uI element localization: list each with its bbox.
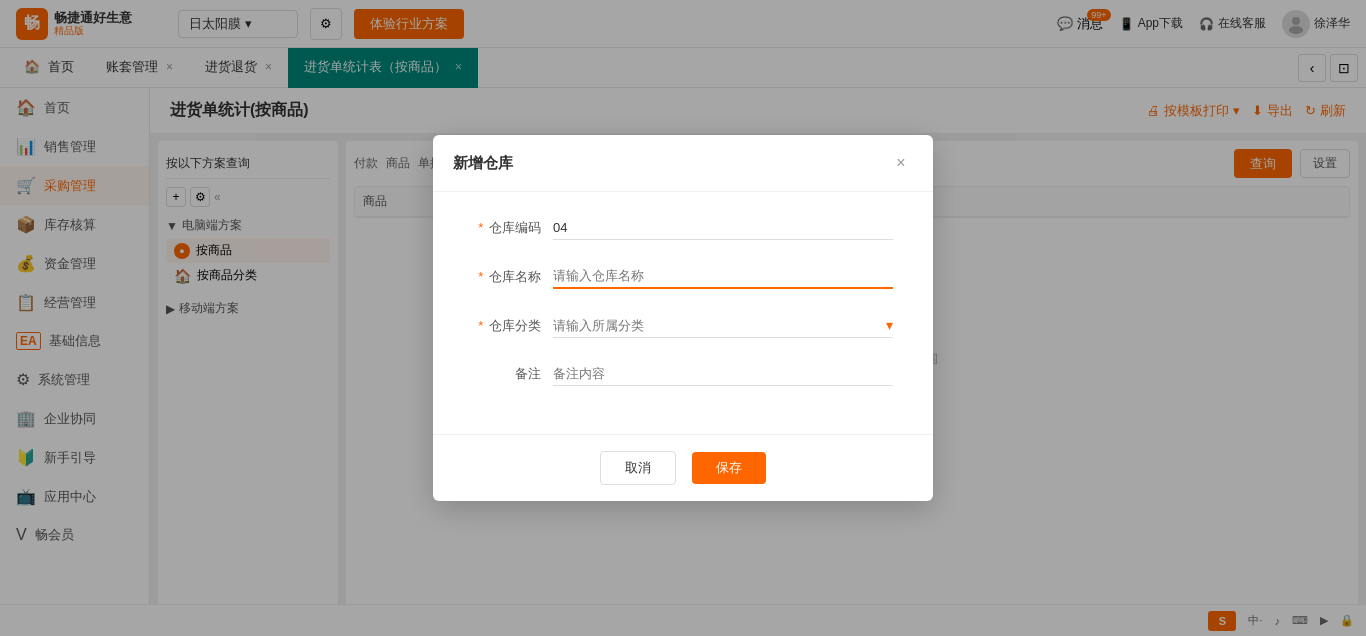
dialog-body: * 仓库编码 * 仓库名称 * 仓库分类 ▾ — [433, 192, 933, 434]
code-label: * 仓库编码 — [473, 219, 553, 237]
dialog-close-button[interactable]: × — [889, 151, 913, 175]
category-label: * 仓库分类 — [473, 317, 553, 335]
dialog-header: 新增仓库 × — [433, 135, 933, 192]
remark-label: 备注 — [473, 365, 553, 383]
add-warehouse-dialog: 新增仓库 × * 仓库编码 * 仓库名称 * — [433, 135, 933, 501]
form-row-name: * 仓库名称 — [473, 264, 893, 289]
dialog-footer: 取消 保存 — [433, 434, 933, 501]
name-input[interactable] — [553, 264, 893, 289]
chevron-down-icon: ▾ — [886, 317, 893, 333]
form-row-remark: 备注 — [473, 362, 893, 386]
form-row-category: * 仓库分类 ▾ — [473, 313, 893, 338]
form-row-code: * 仓库编码 — [473, 216, 893, 240]
remark-input[interactable] — [553, 362, 893, 386]
dialog-title: 新增仓库 — [453, 154, 513, 173]
save-button[interactable]: 保存 — [692, 452, 766, 484]
cancel-button[interactable]: 取消 — [600, 451, 676, 485]
category-input[interactable] — [553, 318, 886, 333]
name-label: * 仓库名称 — [473, 268, 553, 286]
code-input[interactable] — [553, 216, 893, 240]
category-select[interactable]: ▾ — [553, 313, 893, 338]
modal-overlay[interactable]: 新增仓库 × * 仓库编码 * 仓库名称 * — [0, 0, 1366, 636]
